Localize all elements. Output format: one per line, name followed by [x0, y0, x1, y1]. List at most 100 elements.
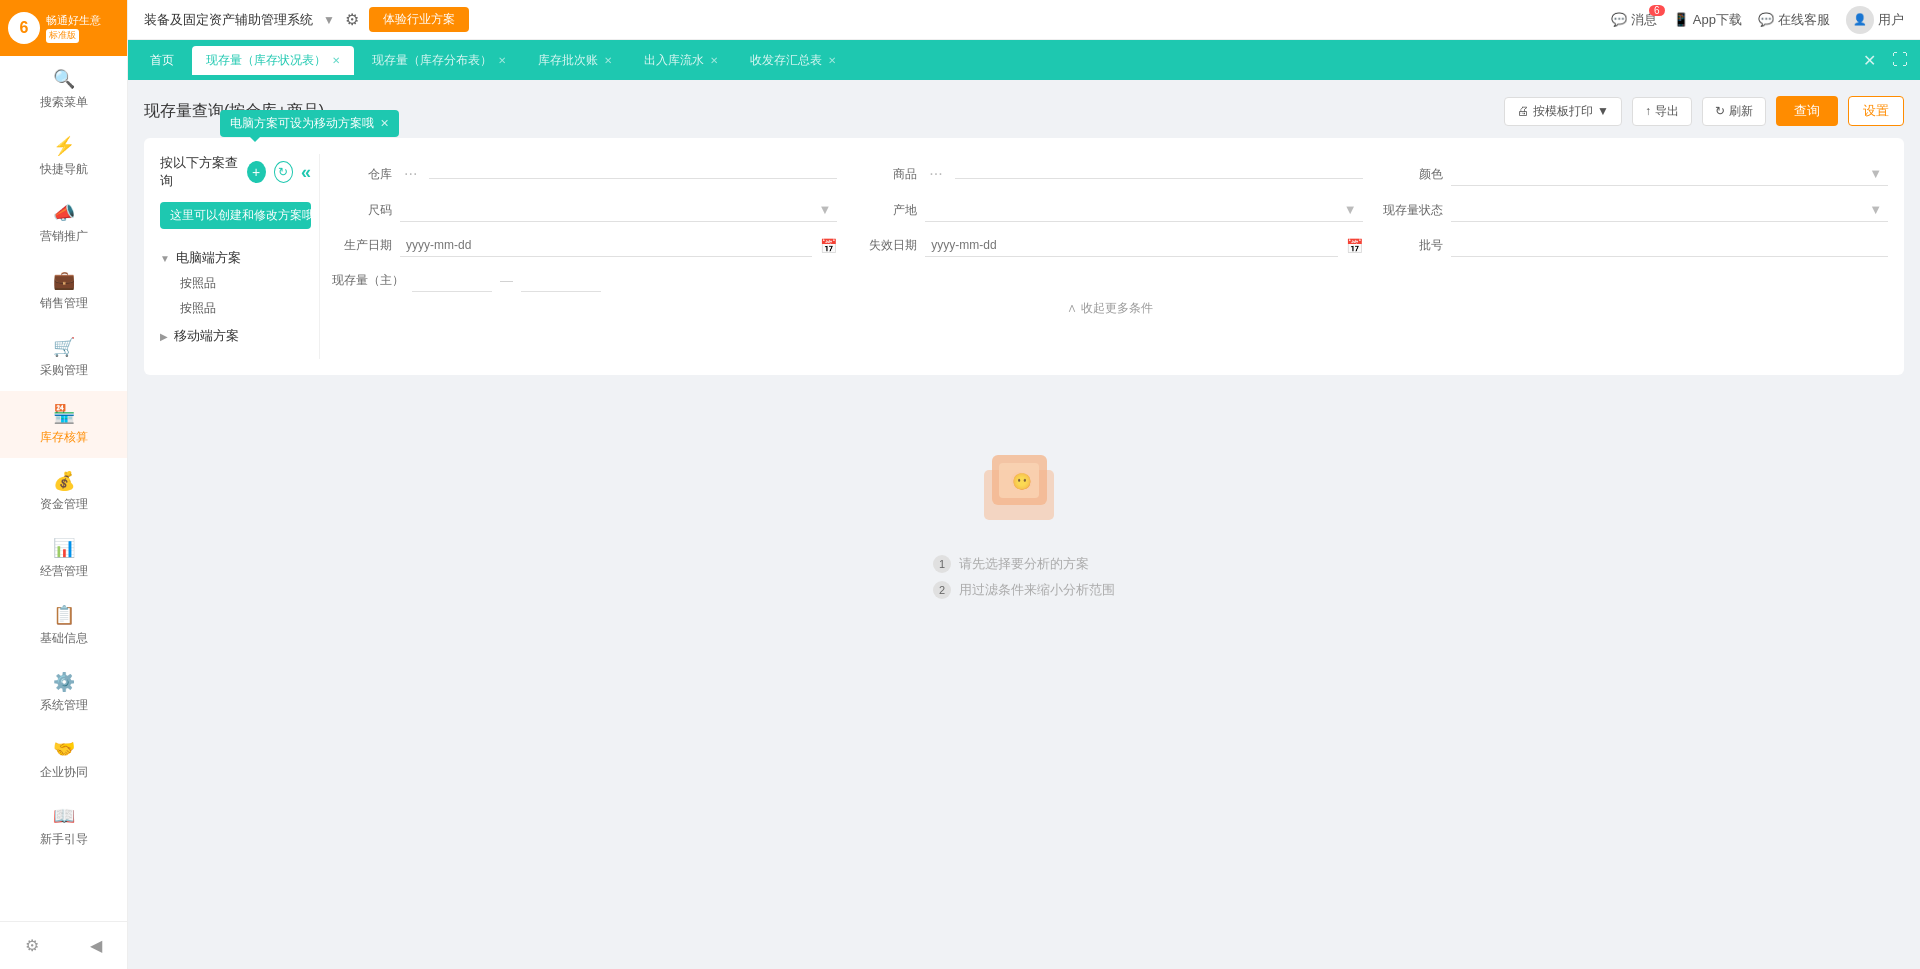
- scheme-group-mobile: ▶ 移动端方案: [160, 323, 311, 349]
- header-settings-icon[interactable]: ⚙: [345, 10, 359, 29]
- step-num-1: 1: [933, 555, 951, 573]
- stock-main-from-input[interactable]: [412, 269, 492, 292]
- app-download-btn[interactable]: 📱 App下载: [1673, 11, 1742, 29]
- sidebar-settings-icon[interactable]: ⚙: [21, 932, 43, 959]
- trial-button[interactable]: 体验行业方案: [369, 7, 469, 32]
- tooltip2-close[interactable]: ✕: [320, 209, 329, 222]
- step-num-2: 2: [933, 581, 951, 599]
- origin-select[interactable]: ▼: [925, 198, 1362, 222]
- tab-home[interactable]: 首页: [136, 46, 188, 75]
- page-content: 现存量查询(按仓库+商品) 🖨 按模板打印 ▼ ↑ 导出 ↻ 刷新 查询 设置: [128, 80, 1920, 969]
- system-dropdown-icon[interactable]: ▼: [323, 13, 335, 27]
- filter-row-goods: 商品 ···: [857, 162, 1362, 186]
- logo-icon: 6: [8, 12, 40, 44]
- field-label-color: 颜色: [1383, 166, 1443, 183]
- tab-close-icon[interactable]: ✕: [710, 55, 718, 66]
- stock-main-to-input[interactable]: [521, 269, 601, 292]
- goods-dots[interactable]: ···: [925, 165, 946, 183]
- tooltip2-text: 这里可以创建和修改方案哦: [170, 207, 314, 224]
- scheme-item[interactable]: 按照品: [160, 271, 311, 296]
- search-menu-icon: 🔍: [53, 68, 75, 90]
- stock-status-select[interactable]: ▼: [1451, 198, 1888, 222]
- sidebar-collapse-icon[interactable]: ◀: [86, 932, 106, 959]
- color-select[interactable]: ▼: [1451, 162, 1888, 186]
- tab-inout-flow[interactable]: 出入库流水 ✕: [630, 46, 732, 75]
- logo-text: 畅通好生意 标准版: [46, 13, 101, 43]
- scheme-panel: 按以下方案查询 + ↻ « 电脑方案可设为移动方案哦 ✕: [160, 154, 320, 359]
- field-label-batch-no: 批号: [1383, 237, 1443, 254]
- tab-batch-account[interactable]: 库存批次账 ✕: [524, 46, 626, 75]
- filter-add-button[interactable]: +: [247, 161, 266, 183]
- export-btn[interactable]: ↑ 导出: [1632, 97, 1692, 126]
- sidebar-label: 企业协同: [40, 764, 88, 781]
- sidebar-item-guide[interactable]: 📖新手引导: [0, 793, 127, 860]
- tab-close-all-icon[interactable]: ✕: [1859, 47, 1880, 74]
- sidebar-item-marketing[interactable]: 📣营销推广: [0, 190, 127, 257]
- quick-nav-icon: ⚡: [53, 135, 75, 157]
- content-layout: 按以下方案查询 + ↻ « 电脑方案可设为移动方案哦 ✕: [160, 154, 1888, 359]
- produce-date-calendar-icon[interactable]: 📅: [820, 238, 837, 254]
- user-btn[interactable]: 👤 用户: [1846, 6, 1904, 34]
- tab-close-icon[interactable]: ✕: [332, 55, 340, 66]
- sidebar-item-finance[interactable]: 💰资金管理: [0, 458, 127, 525]
- expire-date-input[interactable]: [925, 234, 1337, 257]
- scheme-list: ▼ 电脑端方案 按照品 按照品 ▶ 移动端方案: [160, 241, 311, 359]
- warehouse-select[interactable]: [429, 170, 837, 179]
- size-select[interactable]: ▼: [400, 198, 837, 222]
- scheme-item[interactable]: 按照品: [160, 296, 311, 321]
- filter-row-origin: 产地 ▼: [857, 198, 1362, 222]
- tab-close-icon[interactable]: ✕: [498, 55, 506, 66]
- warehouse-dots[interactable]: ···: [400, 165, 421, 183]
- user-label: 用户: [1878, 11, 1904, 29]
- goods-select[interactable]: [955, 170, 1363, 179]
- tab-close-icon[interactable]: ✕: [604, 55, 612, 66]
- filter-row-produce-date: 生产日期 📅: [332, 234, 837, 257]
- batch-no-input[interactable]: [1451, 234, 1888, 257]
- sidebar-logo: 6 畅通好生意 标准版: [0, 0, 127, 56]
- select-arrow-icon: ▼: [1869, 166, 1882, 181]
- filter-back-button[interactable]: «: [301, 162, 311, 183]
- refresh-btn[interactable]: ↻ 刷新: [1702, 97, 1766, 126]
- tab-fullscreen-icon[interactable]: ⛶: [1888, 47, 1912, 73]
- scheme-group-mobile-header[interactable]: ▶ 移动端方案: [160, 323, 311, 349]
- sidebar-item-purchase[interactable]: 🛒采购管理: [0, 324, 127, 391]
- tab-close-icon[interactable]: ✕: [828, 55, 836, 66]
- template-print-btn[interactable]: 🖨 按模板打印 ▼: [1504, 97, 1622, 126]
- select-arrow-icon: ▼: [818, 202, 831, 217]
- tab-collect-summary[interactable]: 收发存汇总表 ✕: [736, 46, 850, 75]
- tooltip1-close[interactable]: ✕: [380, 117, 389, 130]
- purchase-icon: 🛒: [53, 336, 75, 358]
- dropdown-icon: ▼: [1597, 104, 1609, 118]
- tooltip1-text: 电脑方案可设为移动方案哦: [230, 115, 374, 132]
- support-btn[interactable]: 💬 在线客服: [1758, 11, 1830, 29]
- refresh-icon: ↻: [1715, 104, 1725, 118]
- scheme-group-desktop-header[interactable]: ▼ 电脑端方案: [160, 245, 311, 271]
- sidebar-item-quick-nav[interactable]: ⚡快捷导航: [0, 123, 127, 190]
- sidebar-item-inventory[interactable]: 🏪库存核算: [0, 391, 127, 458]
- sidebar-label: 资金管理: [40, 496, 88, 513]
- sidebar-item-sales[interactable]: 💼销售管理: [0, 257, 127, 324]
- tab-inventory-dist[interactable]: 现存量（库存分布表） ✕: [358, 46, 520, 75]
- print-label: 按模板打印: [1533, 103, 1593, 120]
- collapse-bar[interactable]: ∧ 收起更多条件: [332, 292, 1888, 321]
- select-arrow-icon: ▼: [1869, 202, 1882, 217]
- setting-button[interactable]: 设置: [1848, 96, 1904, 126]
- sidebar-label: 基础信息: [40, 630, 88, 647]
- tab-inventory-status[interactable]: 现存量（库存状况表） ✕: [192, 46, 354, 75]
- sidebar-item-system[interactable]: ⚙️系统管理: [0, 659, 127, 726]
- collapse-label: 收起更多条件: [1081, 301, 1153, 315]
- produce-date-input[interactable]: [400, 234, 812, 257]
- query-button[interactable]: 查询: [1776, 96, 1838, 126]
- sidebar-item-search-menu[interactable]: 🔍搜索菜单: [0, 56, 127, 123]
- expire-date-calendar-icon[interactable]: 📅: [1346, 238, 1363, 254]
- scheme-group-label: 移动端方案: [174, 327, 239, 345]
- sidebar-item-enterprise[interactable]: 🤝企业协同: [0, 726, 127, 793]
- filter-refresh-button[interactable]: ↻: [274, 161, 293, 183]
- sidebar-item-operation[interactable]: 📊经营管理: [0, 525, 127, 592]
- support-icon: 💬: [1758, 12, 1774, 27]
- avatar: 👤: [1846, 6, 1874, 34]
- message-btn[interactable]: 💬 6 消息: [1611, 11, 1657, 29]
- svg-text:😶: 😶: [1012, 472, 1032, 491]
- print-icon: 🖨: [1517, 104, 1529, 118]
- sidebar-item-basic[interactable]: 📋基础信息: [0, 592, 127, 659]
